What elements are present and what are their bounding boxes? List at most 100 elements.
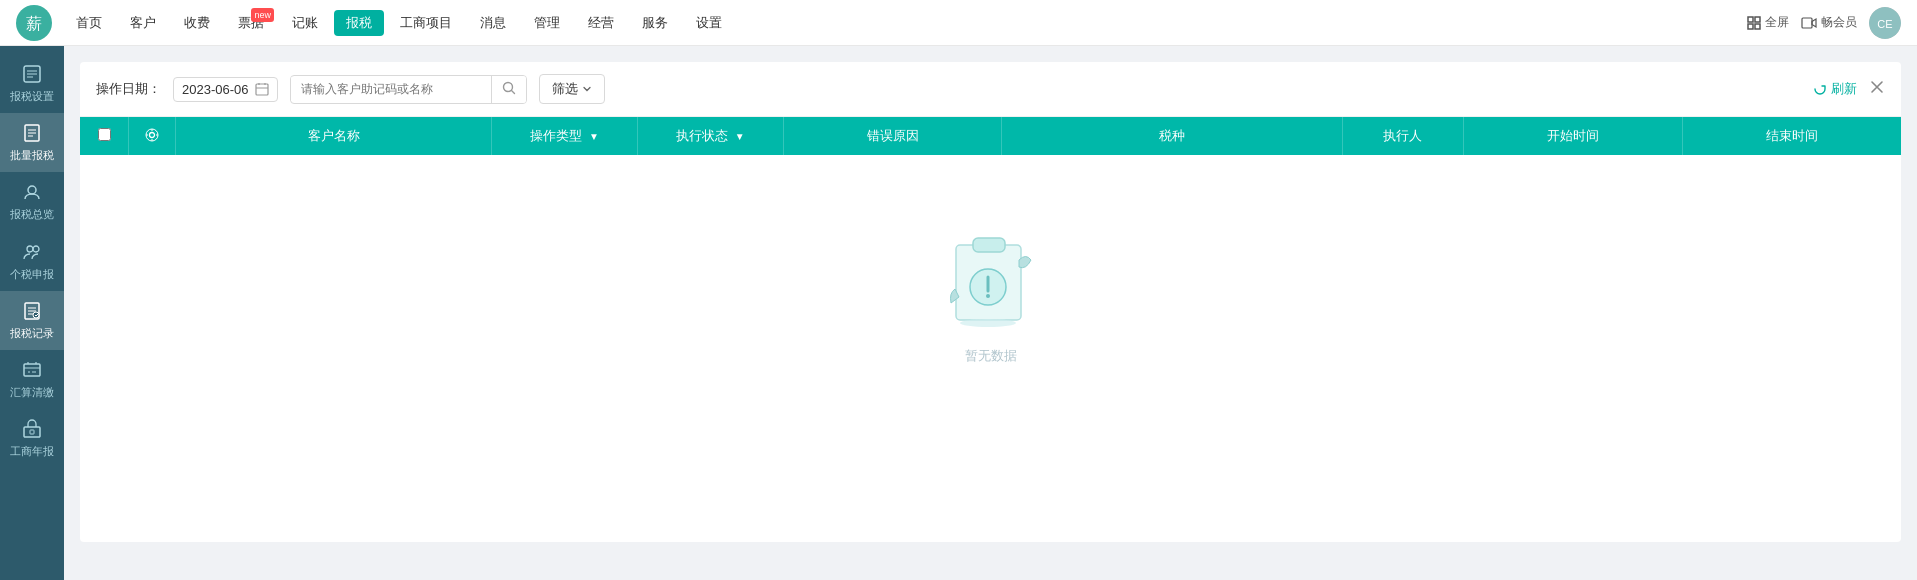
table-header: 客户名称 操作类型 ▼ 执行状态 ▼ 错误原因 税种 执行人 开始时间 [80, 117, 1901, 155]
svg-rect-6 [1802, 18, 1812, 28]
date-label: 操作日期： [96, 80, 161, 98]
chevron-down-icon [582, 84, 592, 94]
toolbar: 操作日期： 2023-06-06 筛选 [80, 62, 1901, 117]
close-button[interactable] [1869, 79, 1885, 99]
nav-service[interactable]: 服务 [630, 10, 680, 36]
svg-rect-16 [24, 427, 40, 437]
select-all-checkbox[interactable] [98, 128, 111, 141]
sidebar-item-settlement[interactable]: 汇算清缴 [0, 350, 64, 409]
nav-tax[interactable]: 报税 [334, 10, 384, 36]
member-label: 畅会员 [1821, 14, 1857, 31]
filter-label: 筛选 [552, 80, 578, 98]
user-avatar[interactable]: CE [1869, 7, 1901, 39]
nav-finance[interactable]: 经营 [576, 10, 626, 36]
svg-rect-5 [1755, 24, 1760, 29]
sidebar-label-tax-records: 报税记录 [10, 327, 54, 340]
filter-button[interactable]: 筛选 [539, 74, 605, 104]
svg-point-14 [33, 312, 39, 318]
th-executor: 执行人 [1342, 117, 1463, 155]
th-tax-type: 税种 [1002, 117, 1342, 155]
sidebar-item-tax-records[interactable]: 报税记录 [0, 291, 64, 350]
nav-settings[interactable]: 设置 [684, 10, 734, 36]
svg-rect-17 [30, 430, 34, 434]
calendar-icon [255, 82, 269, 96]
th-start-time: 开始时间 [1464, 117, 1683, 155]
nav-bizproject[interactable]: 工商项目 [388, 10, 464, 36]
sidebar-item-batch-tax[interactable]: 批量报税 [0, 113, 64, 172]
empty-illustration [931, 215, 1051, 335]
annual-report-icon [22, 419, 42, 442]
svg-point-10 [28, 186, 36, 194]
nav-home[interactable]: 首页 [64, 10, 114, 36]
nav-right: 全屏 畅会员 CE [1747, 7, 1901, 39]
refresh-icon [1813, 82, 1827, 96]
sidebar-item-annual-report[interactable]: 工商年报 [0, 409, 64, 468]
date-picker[interactable]: 2023-06-06 [173, 77, 278, 102]
tax-summary-icon [22, 182, 42, 205]
refresh-button[interactable]: 刷新 [1813, 80, 1857, 98]
sidebar-label-settlement: 汇算清缴 [10, 386, 54, 399]
th-checkbox[interactable] [80, 117, 129, 155]
sidebar-label-annual-report: 工商年报 [10, 445, 54, 458]
nav-manage[interactable]: 管理 [522, 10, 572, 36]
empty-state: 暂无数据 [80, 155, 1901, 405]
data-table: 客户名称 操作类型 ▼ 执行状态 ▼ 错误原因 税种 执行人 开始时间 [80, 117, 1901, 155]
search-button[interactable] [491, 76, 526, 103]
close-icon [1869, 79, 1885, 95]
sidebar-label-tax-summary: 报税总览 [10, 208, 54, 221]
sidebar-label-batch-tax: 批量报税 [10, 149, 54, 162]
svg-point-20 [150, 132, 155, 137]
sidebar-label-tax-settings: 报税设置 [10, 90, 54, 103]
search-box [290, 75, 527, 104]
th-customer: 客户名称 [176, 117, 492, 155]
member-btn[interactable]: 畅会员 [1801, 14, 1857, 31]
th-end-time: 结束时间 [1682, 117, 1901, 155]
app-logo[interactable]: 薪 [16, 5, 52, 41]
new-badge: new [251, 8, 274, 22]
svg-point-25 [986, 294, 990, 298]
svg-rect-18 [256, 84, 268, 95]
nav-account[interactable]: 记账 [280, 10, 330, 36]
avatar-image: CE [1869, 7, 1901, 39]
settlement-icon [22, 360, 42, 383]
fullscreen-btn[interactable]: 全屏 [1747, 14, 1789, 31]
tax-settings-icon [22, 64, 42, 87]
svg-text:薪: 薪 [26, 15, 42, 32]
avatar-initials: CE [1877, 18, 1892, 30]
svg-rect-15 [24, 364, 40, 376]
page-panel: 操作日期： 2023-06-06 筛选 [80, 62, 1901, 542]
fullscreen-icon [1747, 16, 1761, 30]
settings-icon [145, 128, 159, 142]
nav-items: 首页 客户 收费 票据 new 记账 报税 工商项目 消息 管理 经营 服务 设… [64, 10, 1747, 36]
sidebar: 报税设置 批量报税 报税总览 个税申报 [0, 46, 64, 580]
svg-point-12 [33, 246, 39, 252]
sidebar-label-personal-tax: 个税申报 [10, 268, 54, 281]
th-op-type[interactable]: 操作类型 ▼ [492, 117, 638, 155]
fullscreen-label: 全屏 [1765, 14, 1789, 31]
svg-point-11 [27, 246, 33, 252]
refresh-label: 刷新 [1831, 80, 1857, 98]
top-nav: 薪 首页 客户 收费 票据 new 记账 报税 工商项目 消息 管理 经营 服务… [0, 0, 1917, 46]
svg-rect-3 [1755, 17, 1760, 22]
exec-status-sort-icon: ▼ [735, 131, 745, 142]
main-content: 操作日期： 2023-06-06 筛选 [64, 46, 1917, 580]
svg-rect-2 [1748, 17, 1753, 22]
th-settings[interactable] [129, 117, 176, 155]
th-error-reason: 错误原因 [783, 117, 1002, 155]
th-exec-status[interactable]: 执行状态 ▼ [638, 117, 784, 155]
personal-tax-icon [22, 242, 42, 265]
nav-invoice[interactable]: 票据 new [226, 10, 276, 36]
svg-rect-23 [973, 238, 1005, 252]
nav-message[interactable]: 消息 [468, 10, 518, 36]
video-icon [1801, 16, 1817, 30]
nav-billing[interactable]: 收费 [172, 10, 222, 36]
nav-customer[interactable]: 客户 [118, 10, 168, 36]
svg-rect-4 [1748, 24, 1753, 29]
sidebar-item-tax-summary[interactable]: 报税总览 [0, 172, 64, 231]
sidebar-item-tax-settings[interactable]: 报税设置 [0, 54, 64, 113]
search-icon [502, 81, 516, 95]
toolbar-right: 刷新 [1813, 79, 1885, 99]
table-container: 客户名称 操作类型 ▼ 执行状态 ▼ 错误原因 税种 执行人 开始时间 [80, 117, 1901, 405]
search-input[interactable] [291, 77, 491, 101]
sidebar-item-personal-tax[interactable]: 个税申报 [0, 232, 64, 291]
